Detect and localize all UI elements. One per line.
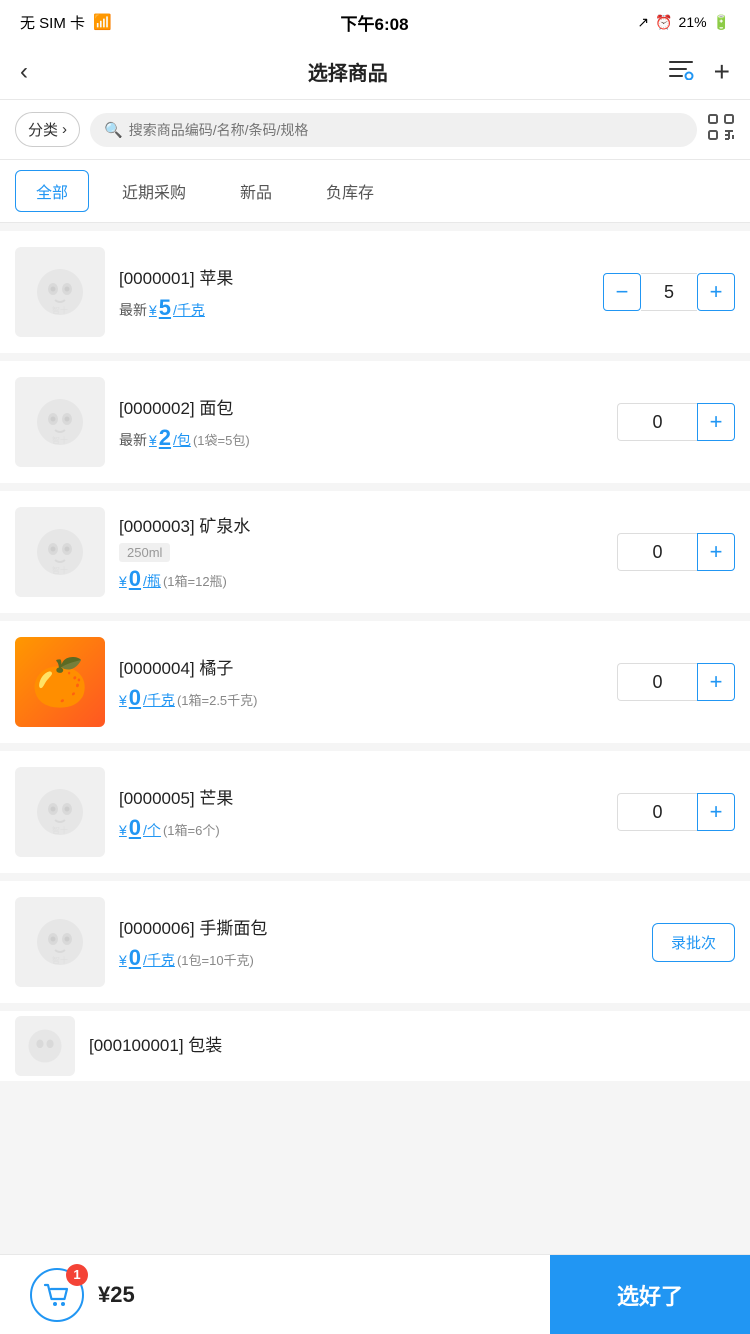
product-info: [0000003] 矿泉水 250ml ¥0/瓶 (1箱=12瓶) [119, 512, 603, 592]
svg-text:智十: 智十 [52, 435, 68, 445]
product-name: [0000002] 面包 [119, 394, 603, 419]
product-name: [0000004] 橘子 [119, 654, 603, 679]
product-price: 最新 ¥2/包 (1袋=5包) [119, 425, 603, 451]
qty-input[interactable] [617, 533, 697, 571]
product-name: [0000005] 芒果 [119, 784, 603, 809]
product-price: ¥0/千克 (1箱=2.5千克) [119, 685, 603, 711]
list-item: 智十 [0000005] 芒果 ¥0/个 (1箱=6个) + [0, 751, 750, 873]
product-thumbnail: 智十 [15, 377, 105, 467]
quantity-control: + [617, 663, 735, 701]
list-item: 智十 [0000003] 矿泉水 250ml ¥0/瓶 (1箱=12瓶) + [0, 491, 750, 613]
product-thumbnail: 🍊 [15, 637, 105, 727]
category-button[interactable]: 分类 › [15, 112, 80, 147]
list-item: 智十 [0000002] 面包 最新 ¥2/包 (1袋=5包) + [0, 361, 750, 483]
svg-text:智十: 智十 [52, 305, 68, 315]
cart-icon-wrap[interactable]: 1 [30, 1268, 84, 1322]
nav-bar: ‹ 选择商品 + [0, 44, 750, 100]
category-arrow-icon: › [62, 121, 67, 138]
filter-icon[interactable] [668, 58, 694, 86]
page-title: 选择商品 [308, 57, 388, 86]
qty-input[interactable] [641, 273, 697, 311]
svg-text:智十: 智十 [52, 955, 68, 965]
quantity-control: − + [603, 273, 735, 311]
product-price: ¥0/千克 (1包=10千克) [119, 945, 638, 971]
search-input[interactable] [129, 122, 683, 138]
qty-increase-button[interactable]: + [697, 273, 735, 311]
qty-increase-button[interactable]: + [697, 793, 735, 831]
svg-text:智十: 智十 [52, 565, 68, 575]
list-item: 🍊 [0000004] 橘子 ¥0/千克 (1箱=2.5千克) + [0, 621, 750, 743]
qty-increase-button[interactable]: + [697, 663, 735, 701]
product-info: [0000002] 面包 最新 ¥2/包 (1袋=5包) [119, 394, 603, 451]
product-info: [0000005] 芒果 ¥0/个 (1箱=6个) [119, 784, 603, 841]
quantity-control: + [617, 793, 735, 831]
add-button[interactable]: + [714, 56, 730, 88]
svg-text:智十: 智十 [52, 825, 68, 835]
qty-input[interactable] [617, 793, 697, 831]
quantity-control: + [617, 533, 735, 571]
carrier-label: 无 SIM 卡 [20, 12, 85, 33]
list-item: 智十 [0000006] 手撕面包 ¥0/千克 (1包=10千克) 录批次 [0, 881, 750, 1003]
tab-all[interactable]: 全部 [15, 170, 89, 212]
product-name: [0000003] 矿泉水 [119, 512, 603, 537]
qty-decrease-button[interactable]: − [603, 273, 641, 311]
product-price: ¥0/个 (1箱=6个) [119, 815, 603, 841]
cart-area: 1 ¥25 [0, 1268, 550, 1322]
location-icon: ↗ [637, 14, 649, 31]
filter-bar: 分类 › 🔍 [0, 100, 750, 160]
qty-increase-button[interactable]: + [697, 403, 735, 441]
batch-button[interactable]: 录批次 [652, 923, 735, 962]
product-info: [0000004] 橘子 ¥0/千克 (1箱=2.5千克) [119, 654, 603, 711]
product-thumbnail: 智十 [15, 767, 105, 857]
product-info: [0000006] 手撕面包 ¥0/千克 (1包=10千克) [119, 914, 638, 971]
product-thumbnail: 智十 [15, 507, 105, 597]
qty-input[interactable] [617, 663, 697, 701]
product-spec: 250ml [119, 543, 170, 562]
product-info: [0000001] 苹果 最新 ¥5/千克 [119, 264, 589, 321]
product-thumbnail: 智十 [15, 897, 105, 987]
cart-total: ¥25 [98, 1282, 135, 1308]
tab-negative[interactable]: 负库存 [305, 170, 395, 212]
nav-actions: + [668, 56, 730, 88]
search-icon: 🔍 [104, 121, 123, 139]
wifi-icon: 📶 [93, 13, 112, 31]
bottom-bar: 1 ¥25 选好了 [0, 1254, 750, 1334]
product-thumbnail: 智十 [15, 247, 105, 337]
search-box: 🔍 [90, 113, 697, 147]
category-label: 分类 [28, 119, 58, 140]
product-price: 最新 ¥5/千克 [119, 295, 589, 321]
battery-icon: 🔋 [713, 14, 730, 31]
product-name: [0000001] 苹果 [119, 264, 589, 289]
alarm-icon: ⏰ [655, 14, 672, 31]
status-right: ↗ ⏰ 21% 🔋 [637, 14, 730, 31]
tab-recent[interactable]: 近期采购 [101, 170, 207, 212]
status-bar: 无 SIM 卡 📶 下午6:08 ↗ ⏰ 21% 🔋 [0, 0, 750, 44]
product-thumbnail [15, 1016, 75, 1076]
product-list: 智十 [0000001] 苹果 最新 ¥5/千克 − + [0, 223, 750, 1089]
product-info: [000100001] 包装 [89, 1031, 735, 1062]
status-left: 无 SIM 卡 📶 [20, 12, 112, 33]
list-item: [000100001] 包装 [0, 1011, 750, 1081]
list-item: 智十 [0000001] 苹果 最新 ¥5/千克 − + [0, 231, 750, 353]
tab-bar: 全部 近期采购 新品 负库存 [0, 160, 750, 223]
battery-label: 21% [679, 14, 707, 30]
confirm-button[interactable]: 选好了 [550, 1255, 750, 1334]
back-button[interactable]: ‹ [20, 58, 28, 86]
quantity-control: + [617, 403, 735, 441]
qty-increase-button[interactable]: + [697, 533, 735, 571]
product-name: [000100001] 包装 [89, 1031, 735, 1056]
product-name: [0000006] 手撕面包 [119, 914, 638, 939]
scan-icon[interactable] [707, 113, 735, 147]
tab-new[interactable]: 新品 [219, 170, 293, 212]
qty-input[interactable] [617, 403, 697, 441]
status-time: 下午6:08 [341, 10, 409, 35]
product-price: ¥0/瓶 (1箱=12瓶) [119, 566, 603, 592]
cart-badge: 1 [66, 1264, 88, 1286]
